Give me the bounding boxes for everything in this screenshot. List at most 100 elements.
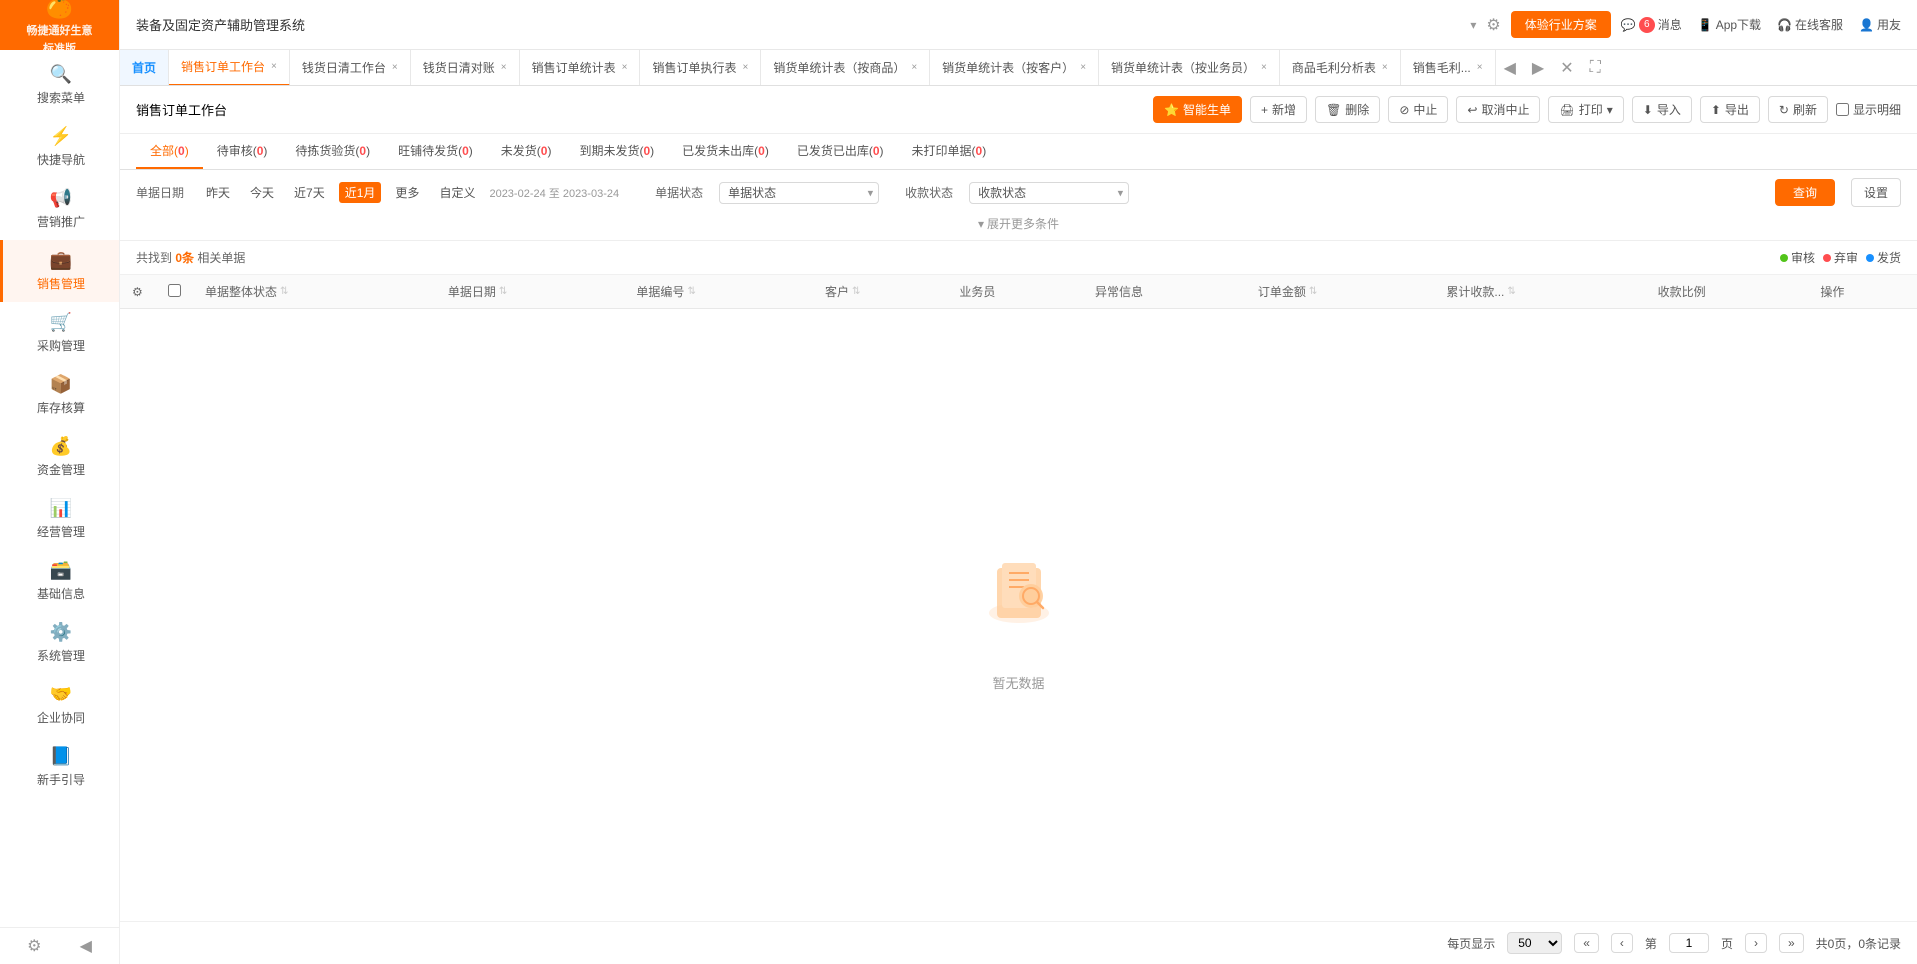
sidebar-item-enterprise[interactable]: 🤝企业协同 — [0, 674, 119, 736]
sidebar-item-inventory[interactable]: 📦库存核算 — [0, 364, 119, 426]
date-btn-today[interactable]: 今天 — [244, 182, 280, 203]
status-select-wrapper: 单据状态 — [719, 182, 879, 204]
date-btn-7days[interactable]: 近7天 — [288, 182, 331, 203]
query-button[interactable]: 查询 — [1775, 179, 1835, 206]
sidebar-item-marketing[interactable]: 📢营销推广 — [0, 178, 119, 240]
tab-close-product-margin[interactable]: × — [1382, 62, 1388, 73]
tab-prev-button[interactable]: ◀ — [1496, 58, 1524, 78]
th-number[interactable]: 单据编号 ⇅ — [624, 275, 813, 309]
tab-cash-reconcile[interactable]: 钱货日清对账× — [411, 50, 520, 86]
payment-select[interactable]: 收款状态 — [969, 182, 1129, 204]
app-download-button[interactable]: 📱 App下载 — [1698, 16, 1761, 33]
tab-close-sales-exec[interactable]: × — [742, 62, 748, 73]
sub-tab-count-wangpu-ship: 0 — [462, 144, 469, 158]
header-settings-icon[interactable]: ⚙ — [1486, 15, 1500, 35]
new-button[interactable]: + 新增 — [1250, 96, 1307, 123]
tab-sales-summary-product[interactable]: 销货单统计表（按商品）× — [761, 50, 930, 86]
sidebar-item-sales[interactable]: 💼销售管理 — [0, 240, 119, 302]
date-btn-1month[interactable]: 近1月 — [339, 182, 382, 203]
sidebar-footer: ⚙ ◀ — [0, 927, 119, 964]
refresh-button[interactable]: ↻ 刷新 — [1768, 96, 1828, 123]
tab-sales-exec[interactable]: 销售订单执行表× — [640, 50, 761, 86]
online-service-button[interactable]: 🎧 在线客服 — [1777, 16, 1843, 33]
tab-close-sales-more[interactable]: × — [1477, 62, 1483, 73]
tab-close-sales-summary-staff[interactable]: × — [1261, 62, 1267, 73]
next-page-button[interactable]: › — [1745, 933, 1767, 953]
first-page-button[interactable]: « — [1574, 933, 1599, 953]
select-all-checkbox[interactable] — [168, 284, 181, 297]
settings-icon[interactable]: ⚙ — [27, 936, 41, 956]
sidebar-label-sales: 销售管理 — [37, 275, 85, 292]
tab-close-sales-summary-customer[interactable]: × — [1080, 62, 1086, 73]
expand-filter-button[interactable]: ▾ 展开更多条件 — [978, 215, 1059, 232]
sidebar-item-quick-nav[interactable]: ⚡快捷导航 — [0, 116, 119, 178]
sidebar-item-base[interactable]: 🗃️基础信息 — [0, 550, 119, 612]
message-button[interactable]: 💬 6 消息 — [1621, 16, 1682, 33]
settings-icon[interactable]: ⚙ — [132, 285, 143, 299]
sub-tab-pending-inspect[interactable]: 待拣货验货(0) — [281, 134, 384, 169]
tab-next-button[interactable]: ▶ — [1524, 58, 1552, 78]
date-btn-custom[interactable]: 自定义 — [433, 182, 481, 203]
tab-sales-stat[interactable]: 销售订单统计表× — [520, 50, 641, 86]
tab-sales-workbench[interactable]: 销售订单工作台× — [169, 50, 290, 86]
smart-create-button[interactable]: ⭐ 智能生单 — [1153, 96, 1242, 123]
status-select[interactable]: 单据状态 — [719, 182, 879, 204]
set-button[interactable]: 设置 — [1851, 178, 1901, 207]
dropdown-arrow-icon[interactable]: ▾ — [1470, 18, 1476, 32]
sub-tab-wangpu-ship[interactable]: 旺铺待发货(0) — [384, 134, 487, 169]
tab-close-cash-daily[interactable]: × — [392, 62, 398, 73]
tab-home[interactable]: 首页 — [120, 50, 169, 86]
prev-page-button[interactable]: ‹ — [1611, 933, 1633, 953]
tab-close-sales-stat[interactable]: × — [622, 62, 628, 73]
date-btn-more[interactable]: 更多 — [389, 182, 425, 203]
page-number-input[interactable] — [1669, 933, 1709, 953]
th-date[interactable]: 单据日期 ⇅ — [436, 275, 625, 309]
tab-cash-daily[interactable]: 钱货日清工作台× — [290, 50, 411, 86]
stop-button[interactable]: ⊘ 中止 — [1388, 96, 1448, 123]
sub-tab-shipped-out[interactable]: 已发货已出库(0) — [783, 134, 898, 169]
cancel-review-button[interactable]: 弃审 — [1823, 249, 1858, 266]
user-menu-button[interactable]: 👤 用友 — [1859, 16, 1901, 33]
th-amount[interactable]: 订单金额 ⇅ — [1246, 275, 1435, 309]
page-size-select[interactable]: 50 100 200 — [1507, 932, 1562, 954]
collapse-icon[interactable]: ◀ — [80, 936, 92, 956]
th-status[interactable]: 单据整体状态 ⇅ — [193, 275, 436, 309]
review-button[interactable]: 审核 — [1780, 249, 1815, 266]
import-button[interactable]: ⬇ 导入 — [1632, 96, 1692, 123]
tab-label-sales-more: 销售毛利... — [1413, 59, 1471, 76]
industry-solution-button[interactable]: 体验行业方案 — [1511, 11, 1611, 38]
ship-button[interactable]: 发货 — [1866, 249, 1901, 266]
sub-tab-not-printed[interactable]: 未打印单据(0) — [898, 134, 1001, 169]
sub-tab-pending-review[interactable]: 待审核(0) — [203, 134, 282, 169]
sub-tab-not-shipped[interactable]: 未发货(0) — [487, 134, 566, 169]
sidebar-item-system[interactable]: ⚙️系统管理 — [0, 612, 119, 674]
cancel-stop-button[interactable]: ↩ 取消中止 — [1456, 96, 1540, 123]
print-button[interactable]: 🖨 打印 ▾ — [1548, 96, 1623, 123]
delete-button[interactable]: 🗑 删除 — [1315, 96, 1380, 123]
refresh-icon: ↻ — [1779, 103, 1789, 117]
tab-maximize-button[interactable]: ⛶ — [1582, 59, 1609, 77]
tab-close-all-button[interactable]: ✕ — [1552, 58, 1581, 78]
sidebar-item-operation[interactable]: 📊经营管理 — [0, 488, 119, 550]
last-page-button[interactable]: » — [1779, 933, 1804, 953]
th-collected[interactable]: 累计收款... ⇅ — [1434, 275, 1645, 309]
date-btn-yesterday[interactable]: 昨天 — [200, 182, 236, 203]
tab-sales-summary-customer[interactable]: 销货单统计表（按客户）× — [930, 50, 1099, 86]
sub-tab-overdue-not-ship[interactable]: 到期未发货(0) — [565, 134, 668, 169]
sidebar-item-purchase[interactable]: 🛒采购管理 — [0, 302, 119, 364]
tab-product-margin[interactable]: 商品毛利分析表× — [1280, 50, 1401, 86]
show-detail-checkbox[interactable] — [1836, 103, 1849, 116]
tab-close-cash-reconcile[interactable]: × — [501, 62, 507, 73]
tab-close-sales-summary-product[interactable]: × — [911, 62, 917, 73]
show-detail-label[interactable]: 显示明细 — [1836, 101, 1901, 118]
sub-tab-shipped-not-out[interactable]: 已发货未出库(0) — [668, 134, 783, 169]
th-customer[interactable]: 客户 ⇅ — [813, 275, 947, 309]
sidebar-item-guide[interactable]: 📘新手引导 — [0, 736, 119, 798]
tab-close-sales-workbench[interactable]: × — [271, 61, 277, 72]
sidebar-item-search[interactable]: 🔍搜索菜单 — [0, 54, 119, 116]
tab-sales-more[interactable]: 销售毛利... × — [1401, 50, 1496, 86]
tab-sales-summary-staff[interactable]: 销货单统计表（按业务员）× — [1099, 50, 1280, 86]
sub-tab-all[interactable]: 全部(0) — [136, 134, 203, 169]
export-button[interactable]: ⬆ 导出 — [1700, 96, 1760, 123]
sidebar-item-finance[interactable]: 💰资金管理 — [0, 426, 119, 488]
